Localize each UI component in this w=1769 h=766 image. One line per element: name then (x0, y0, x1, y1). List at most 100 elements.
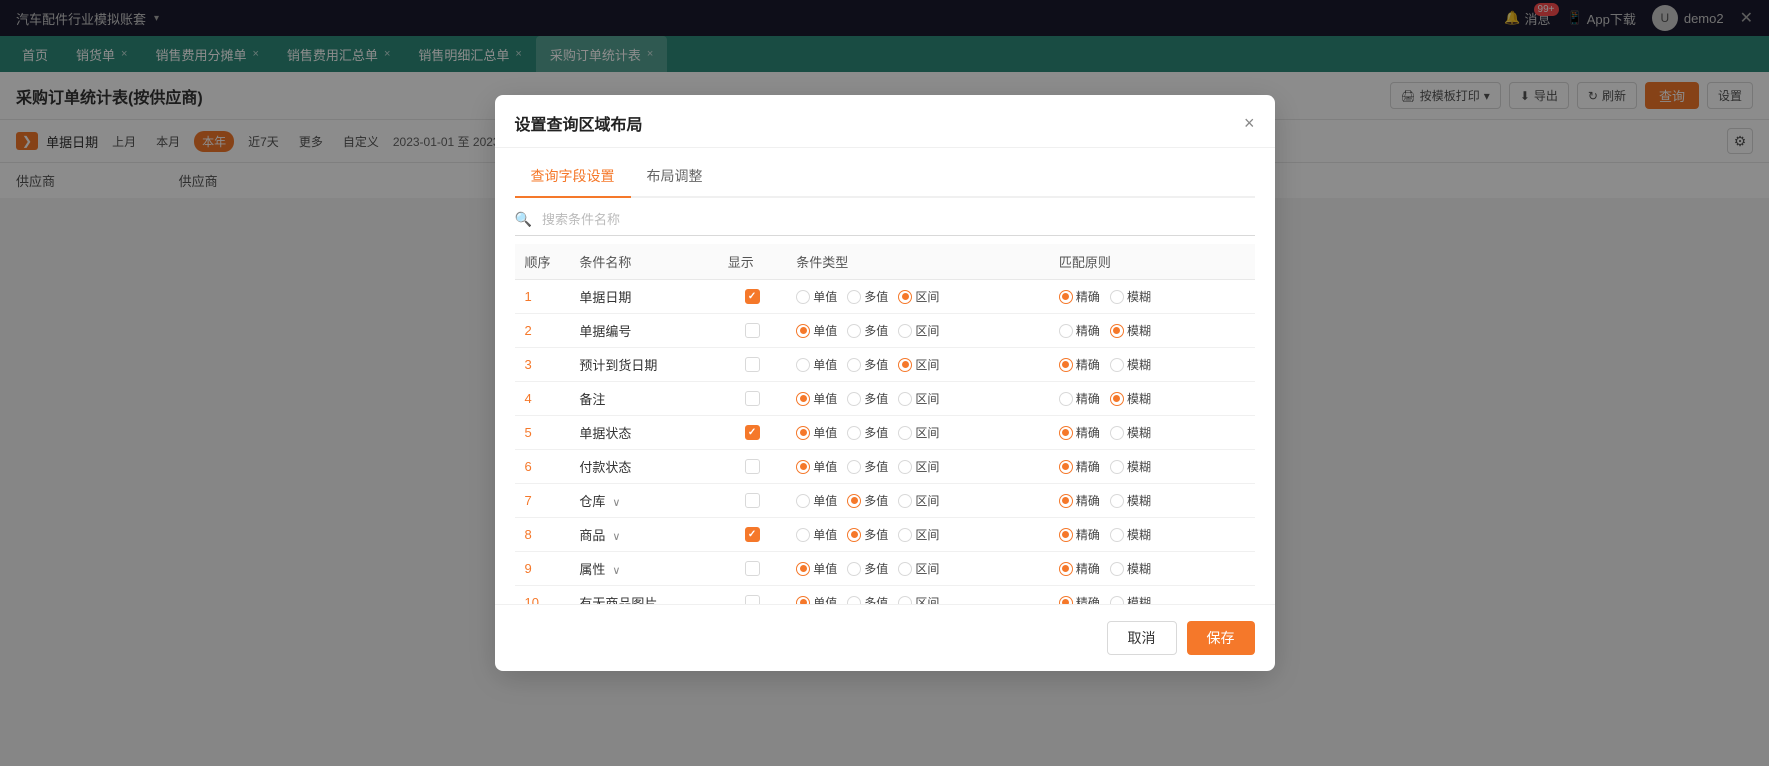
modal-title: 设置查询区域布局 (515, 111, 643, 135)
match-radio-option[interactable]: 精确 (1059, 594, 1100, 604)
radio-label: 多值 (864, 424, 888, 441)
cell-show (718, 416, 787, 450)
type-radio-option[interactable]: 单值 (796, 390, 837, 407)
show-checkbox[interactable] (745, 459, 760, 474)
radio-label: 区间 (915, 594, 939, 604)
match-radio-option[interactable]: 精确 (1059, 492, 1100, 509)
radio-dot (1059, 358, 1073, 372)
cell-match: 精确模糊 (1049, 518, 1255, 552)
type-radio-option[interactable]: 多值 (847, 458, 888, 475)
match-radio-option[interactable]: 精确 (1059, 322, 1100, 339)
order-number: 9 (525, 561, 532, 576)
type-radio-option[interactable]: 区间 (898, 560, 939, 577)
type-radio-option[interactable]: 单值 (796, 288, 837, 305)
cell-match: 精确模糊 (1049, 416, 1255, 450)
radio-label: 区间 (915, 560, 939, 577)
show-checkbox[interactable] (745, 493, 760, 508)
cell-type: 单值多值区间 (786, 314, 1049, 348)
search-input[interactable] (536, 210, 736, 229)
modal-tabs: 查询字段设置布局调整 (515, 148, 1255, 198)
modal-close-btn[interactable]: × (1244, 114, 1255, 132)
type-radio-option[interactable]: 多值 (847, 322, 888, 339)
type-radio-option[interactable]: 区间 (898, 356, 939, 373)
type-radio-option[interactable]: 区间 (898, 458, 939, 475)
type-radio-option[interactable]: 单值 (796, 356, 837, 373)
cell-match: 精确 模糊 (1049, 382, 1255, 416)
match-radio-option[interactable]: 模糊 (1110, 322, 1151, 339)
radio-dot (847, 392, 861, 406)
type-radio-option[interactable]: 单值 (796, 526, 837, 543)
cell-type: 单值 多值区间 (786, 382, 1049, 416)
show-checkbox[interactable] (745, 391, 760, 406)
table-scroll-area[interactable]: 顺序 条件名称 显示 条件类型 匹配原则 1单据日期单值多值区间精确模糊2单据编… (515, 244, 1255, 604)
type-radio-option[interactable]: 多值 (847, 526, 888, 543)
cell-show (718, 382, 787, 416)
modal-tab[interactable]: 布局调整 (631, 160, 719, 198)
type-radio-option[interactable]: 单值 (796, 424, 837, 441)
match-radio-option[interactable]: 模糊 (1110, 424, 1151, 441)
type-radio-option[interactable]: 多值 (847, 288, 888, 305)
match-radio-option[interactable]: 精确 (1059, 356, 1100, 373)
radio-dot (1110, 290, 1124, 304)
modal-overlay[interactable]: 设置查询区域布局 × 查询字段设置布局调整 🔍 顺序 条件名称 显示 条件类型 (0, 0, 1769, 766)
cell-match: 精确模糊 (1049, 484, 1255, 518)
cell-match: 精确模糊 (1049, 586, 1255, 605)
cancel-btn[interactable]: 取消 (1107, 621, 1177, 655)
type-radio-option[interactable]: 多值 (847, 390, 888, 407)
expand-arrow-icon[interactable]: ∨ (609, 497, 620, 509)
show-checkbox[interactable] (745, 357, 760, 372)
order-number: 6 (525, 459, 532, 474)
show-checkbox[interactable] (745, 425, 760, 440)
type-radio-option[interactable]: 多值 (847, 492, 888, 509)
type-radio-option[interactable]: 区间 (898, 526, 939, 543)
type-radio-option[interactable]: 单值 (796, 492, 837, 509)
show-checkbox[interactable] (745, 527, 760, 542)
match-radio-option[interactable]: 精确 (1059, 526, 1100, 543)
match-radio-option[interactable]: 精确 (1059, 458, 1100, 475)
radio-label: 模糊 (1127, 390, 1151, 407)
show-checkbox[interactable] (745, 595, 760, 604)
match-radio-option[interactable]: 模糊 (1110, 492, 1151, 509)
show-checkbox[interactable] (745, 323, 760, 338)
type-radio-option[interactable]: 区间 (898, 288, 939, 305)
type-radio-option[interactable]: 单值 (796, 560, 837, 577)
radio-dot (1059, 596, 1073, 605)
type-radio-option[interactable]: 区间 (898, 390, 939, 407)
radio-dot (1110, 358, 1124, 372)
match-radio-option[interactable]: 模糊 (1110, 458, 1151, 475)
match-radio-option[interactable]: 模糊 (1110, 594, 1151, 604)
match-radio-option[interactable]: 精确 (1059, 560, 1100, 577)
modal-tab[interactable]: 查询字段设置 (515, 160, 631, 198)
match-radio-option[interactable]: 模糊 (1110, 526, 1151, 543)
expand-arrow-icon[interactable]: ∨ (609, 565, 620, 577)
type-radio-option[interactable]: 多值 (847, 560, 888, 577)
match-radio-option[interactable]: 模糊 (1110, 560, 1151, 577)
type-radio-option[interactable]: 单值 (796, 322, 837, 339)
type-radio-option[interactable]: 区间 (898, 424, 939, 441)
radio-dot (847, 528, 861, 542)
type-radio-option[interactable]: 单值 (796, 594, 837, 604)
type-radio-option[interactable]: 多值 (847, 356, 888, 373)
radio-label: 单值 (813, 526, 837, 543)
match-radio-option[interactable]: 模糊 (1110, 288, 1151, 305)
radio-dot (898, 596, 912, 605)
match-radio-option[interactable]: 模糊 (1110, 390, 1151, 407)
radio-label: 多值 (864, 390, 888, 407)
expand-arrow-icon[interactable]: ∨ (609, 531, 620, 543)
show-checkbox[interactable] (745, 289, 760, 304)
type-radio-option[interactable]: 多值 (847, 594, 888, 604)
type-radio-option[interactable]: 区间 (898, 594, 939, 604)
type-radio-option[interactable]: 区间 (898, 492, 939, 509)
type-radio-option[interactable]: 区间 (898, 322, 939, 339)
match-radio-option[interactable]: 模糊 (1110, 356, 1151, 373)
type-radio-option[interactable]: 多值 (847, 424, 888, 441)
cell-name: 预计到货日期 (569, 348, 717, 382)
show-checkbox[interactable] (745, 561, 760, 576)
save-btn[interactable]: 保存 (1187, 621, 1255, 655)
match-radio-option[interactable]: 精确 (1059, 288, 1100, 305)
type-radio-option[interactable]: 单值 (796, 458, 837, 475)
match-radio-option[interactable]: 精确 (1059, 390, 1100, 407)
match-radio-option[interactable]: 精确 (1059, 424, 1100, 441)
radio-dot (796, 426, 810, 440)
radio-dot (847, 562, 861, 576)
